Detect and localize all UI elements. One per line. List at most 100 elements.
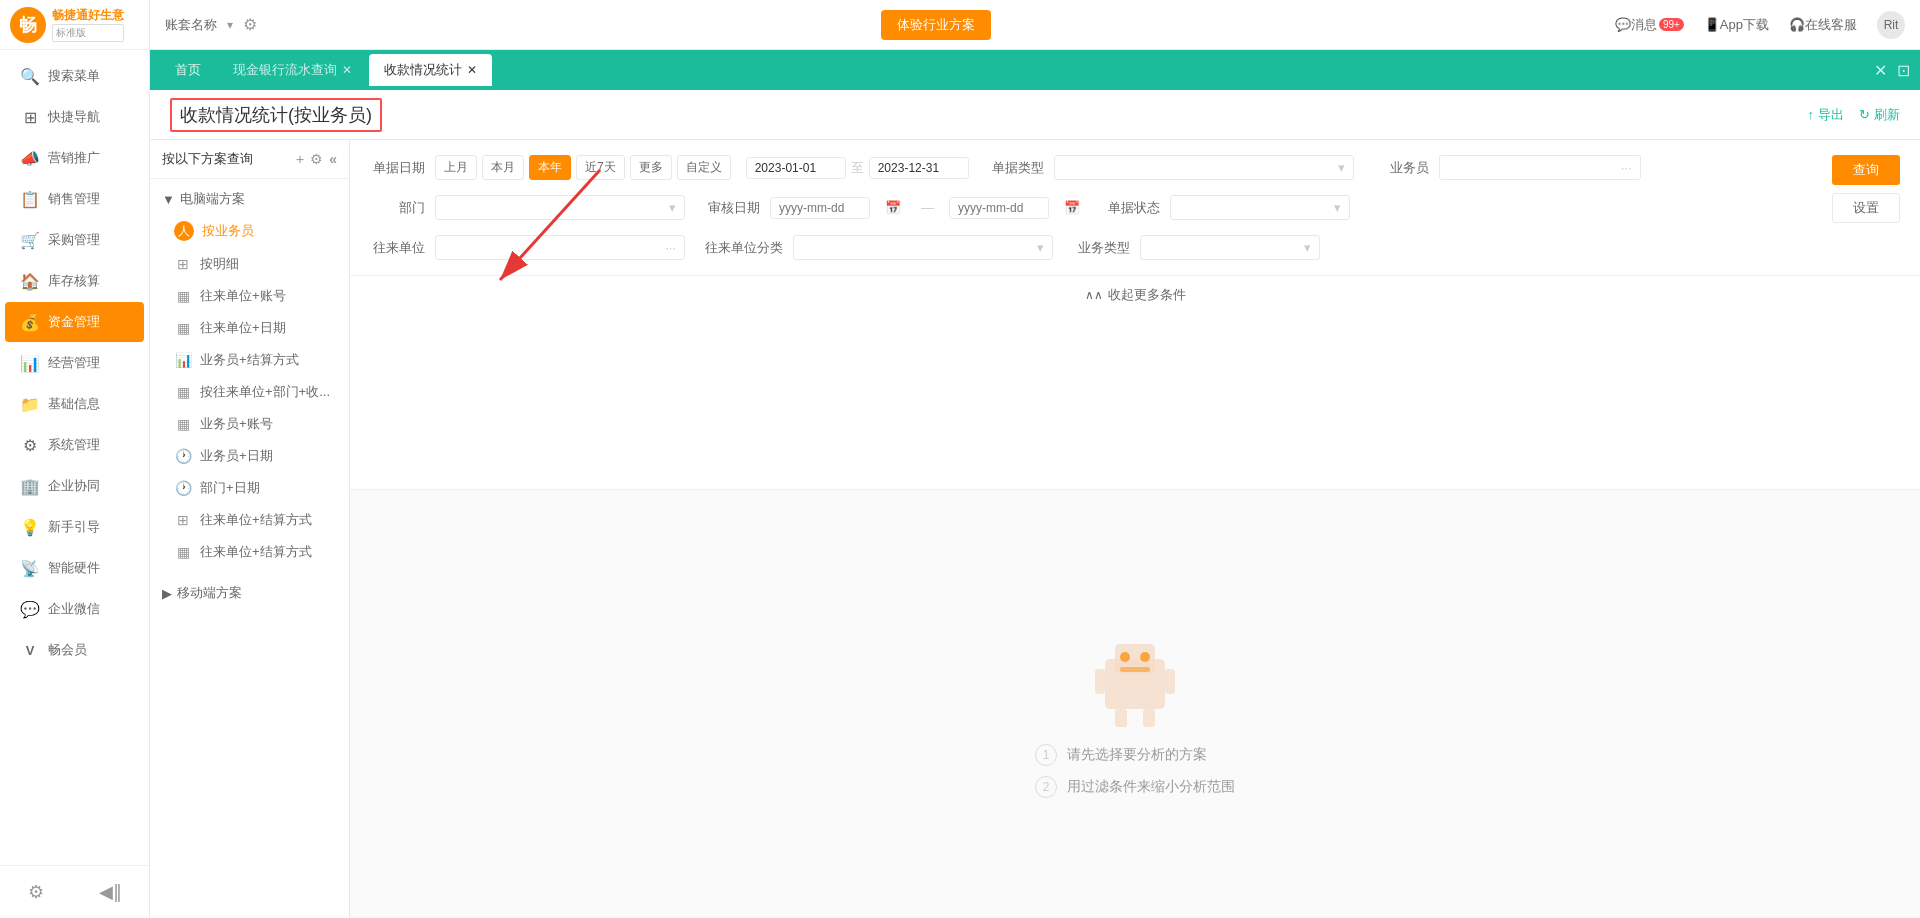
nav-item-smart-hw[interactable]: 📡 智能硬件 (5, 548, 144, 588)
nav-item-purchase[interactable]: 🛒 采购管理 (5, 220, 144, 260)
filter-row-3: 往来单位 ··· 往来单位分类 ▾ (370, 235, 1900, 260)
counterpart-type-select[interactable]: ▾ (793, 235, 1053, 260)
user-menu[interactable]: Rit (1877, 11, 1905, 39)
biz-type-select[interactable]: ▾ (1140, 235, 1320, 260)
scheme-item-by-detail[interactable]: ⊞ 按明细 (150, 248, 349, 280)
voucher-status-select[interactable]: ▾ (1170, 195, 1350, 220)
messages-button[interactable]: 💬 消息 99+ (1615, 16, 1684, 34)
date-btn-last-7-days[interactable]: 近7天 (576, 155, 625, 180)
scheme-item-unit-date-label: 往来单位+日期 (200, 319, 286, 337)
topbar-dropdown-icon[interactable]: ▾ (227, 18, 233, 32)
trial-button[interactable]: 体验行业方案 (881, 10, 991, 40)
salesperson-dots[interactable]: ··· (1621, 160, 1632, 175)
svg-rect-10 (1143, 709, 1155, 727)
tab-maximize-icon[interactable]: ⊡ (1897, 61, 1910, 80)
nav-label-finance: 资金管理 (48, 313, 100, 331)
tab-bank-flow[interactable]: 现金银行流水查询 ✕ (218, 54, 367, 86)
collapse-label: 收起更多条件 (1108, 286, 1186, 304)
scheme-item-by-salesperson[interactable]: 人 按业务员 (150, 214, 349, 248)
tab-collection-stats-close[interactable]: ✕ (467, 63, 477, 77)
scheme-item-dept-date[interactable]: 🕐 部门+日期 (150, 472, 349, 504)
tab-close-all-icon[interactable]: ✕ (1874, 61, 1887, 80)
sidebar-collapse-button[interactable]: ◀‖ (94, 876, 127, 908)
nav-item-inventory[interactable]: 🏠 库存核算 (5, 261, 144, 301)
date-to-input[interactable] (869, 157, 969, 179)
sidebar-footer: ⚙ ◀‖ (0, 865, 149, 918)
tab-collection-stats[interactable]: 收款情况统计 ✕ (369, 54, 492, 86)
refresh-button[interactable]: ↻ 刷新 (1859, 106, 1900, 124)
date-from-input[interactable] (746, 157, 846, 179)
nav-item-wechat[interactable]: 💬 企业微信 (5, 589, 144, 629)
empty-tip-2: 2 用过滤条件来缩小分析范围 (1035, 776, 1235, 798)
filter-settings-button[interactable]: 设置 (1832, 193, 1900, 223)
scheme-settings-button[interactable]: ⚙ (310, 151, 323, 167)
scheme-item-by-salesperson-label: 按业务员 (202, 222, 254, 240)
scheme-item-unit-date[interactable]: ▦ 往来单位+日期 (150, 312, 349, 344)
scheme-group-mobile-header[interactable]: ▶ 移动端方案 (150, 578, 349, 608)
export-icon: ↑ (1808, 107, 1815, 122)
nav-item-sales[interactable]: 📋 销售管理 (5, 179, 144, 219)
collapse-bar[interactable]: ∧∧ 收起更多条件 (350, 275, 1920, 314)
nav-item-quick-nav[interactable]: ⊞ 快捷导航 (5, 97, 144, 137)
scheme-item-unit-settle2-label: 往来单位+结算方式 (200, 543, 312, 561)
export-label: 导出 (1818, 106, 1844, 124)
nav-item-basic[interactable]: 📁 基础信息 (5, 384, 144, 424)
counterpart-type-label: 往来单位分类 (705, 239, 783, 257)
scheme-item-unit-settle1-label: 往来单位+结算方式 (200, 511, 312, 529)
messages-icon: 💬 (1615, 17, 1631, 32)
scheme-collapse-button[interactable]: « (329, 151, 337, 167)
voucher-type-select[interactable]: ▾ (1054, 155, 1354, 180)
collapse-icon: ∧∧ (1085, 288, 1103, 302)
svg-point-5 (1140, 652, 1150, 662)
date-btn-this-month[interactable]: 本月 (482, 155, 524, 180)
scheme-item-salesperson-account[interactable]: ▦ 业务员+账号 (150, 408, 349, 440)
online-service-label: 在线客服 (1805, 16, 1857, 34)
counterpart-input[interactable] (444, 240, 660, 255)
date-btn-last-month[interactable]: 上月 (435, 155, 477, 180)
topbar-right: 💬 消息 99+ 📱 App下载 🎧 在线客服 Rit (1615, 11, 1905, 39)
review-date-label: 审核日期 (705, 199, 760, 217)
counterpart-dots[interactable]: ··· (665, 240, 676, 255)
scheme-item-unit-settle1[interactable]: ⊞ 往来单位+结算方式 (150, 504, 349, 536)
app-download-button[interactable]: 📱 App下载 (1704, 16, 1769, 34)
online-service-button[interactable]: 🎧 在线客服 (1789, 16, 1857, 34)
messages-label: 消息 (1631, 16, 1657, 34)
nav-item-enterprise[interactable]: 🏢 企业协同 (5, 466, 144, 506)
nav-label-inventory: 库存核算 (48, 272, 100, 290)
salesperson-input[interactable] (1448, 160, 1616, 175)
scheme-group-desktop-header[interactable]: ▼ 电脑端方案 (150, 184, 349, 214)
tab-bank-flow-close[interactable]: ✕ (342, 63, 352, 77)
dept-select[interactable]: ▾ (435, 195, 685, 220)
nav-item-search[interactable]: 🔍 搜索菜单 (5, 56, 144, 96)
biz-type-chevron: ▾ (1304, 240, 1311, 255)
member-icon: V (20, 640, 40, 660)
date-btn-more[interactable]: 更多 (630, 155, 672, 180)
nav-item-finance[interactable]: 💰 资金管理 (5, 302, 144, 342)
sidebar-settings-button[interactable]: ⚙ (23, 876, 49, 908)
nav-item-guide[interactable]: 💡 新手引导 (5, 507, 144, 547)
nav-item-marketing[interactable]: 📣 营销推广 (5, 138, 144, 178)
nav-item-system[interactable]: ⚙ 系统管理 (5, 425, 144, 465)
scheme-add-button[interactable]: + (296, 151, 304, 167)
scheme-item-unit-dept-collect[interactable]: ▦ 按往来单位+部门+收... (150, 376, 349, 408)
nav-item-operation[interactable]: 📊 经营管理 (5, 343, 144, 383)
scheme-item-salesperson-date[interactable]: 🕐 业务员+日期 (150, 440, 349, 472)
voucher-status-label: 单据状态 (1105, 199, 1160, 217)
sidebar: 畅 畅捷通好生意 标准版 🔍 搜索菜单 ⊞ 快捷导航 📣 营销推广 📋 销售管理… (0, 0, 150, 918)
salesperson-field: 业务员 ··· (1374, 155, 1641, 180)
topbar-settings-icon[interactable]: ⚙ (243, 15, 257, 34)
nav-label-operation: 经营管理 (48, 354, 100, 372)
date-btn-this-year[interactable]: 本年 (529, 155, 571, 180)
nav-item-member[interactable]: V 畅会员 (5, 630, 144, 670)
scheme-item-unit-account[interactable]: ▦ 往来单位+账号 (150, 280, 349, 312)
sidebar-nav: 🔍 搜索菜单 ⊞ 快捷导航 📣 营销推广 📋 销售管理 🛒 采购管理 🏠 库存核… (0, 50, 149, 865)
scheme-item-unit-settle2[interactable]: ▦ 往来单位+结算方式 (150, 536, 349, 568)
date-btn-custom[interactable]: 自定义 (677, 155, 731, 180)
review-date-from-input[interactable] (770, 197, 870, 219)
query-button[interactable]: 查询 (1832, 155, 1900, 185)
tab-home[interactable]: 首页 (160, 54, 216, 86)
export-button[interactable]: ↑ 导出 (1808, 106, 1845, 124)
salesperson-input-wrap: ··· (1439, 155, 1641, 180)
review-date-to-input[interactable] (949, 197, 1049, 219)
scheme-item-salesperson-settle[interactable]: 📊 业务员+结算方式 (150, 344, 349, 376)
